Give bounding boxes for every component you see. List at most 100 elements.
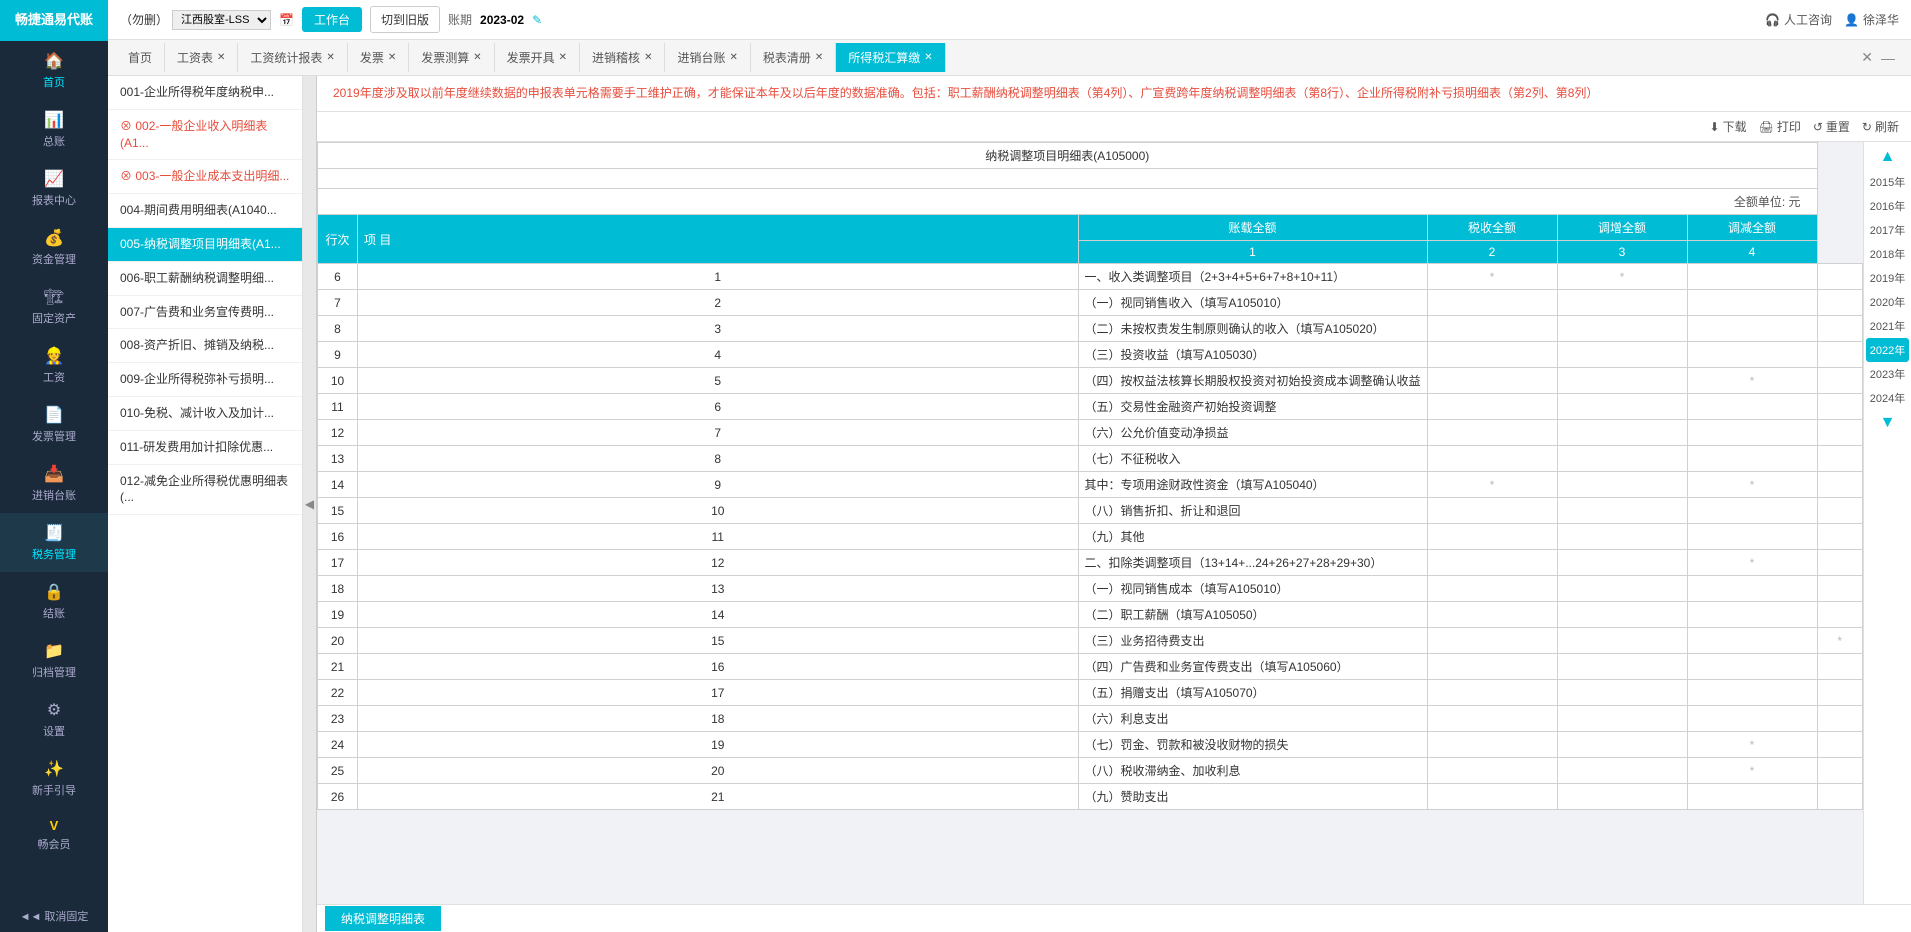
cell-f[interactable]	[1817, 420, 1862, 446]
cell-c[interactable]	[1427, 524, 1557, 550]
cell-e[interactable]	[1687, 602, 1817, 628]
cell-c[interactable]	[1427, 758, 1557, 784]
cell-d[interactable]	[1557, 498, 1687, 524]
year-btn-2024[interactable]: 2024年	[1868, 386, 1907, 410]
cell-c[interactable]	[1427, 420, 1557, 446]
left-panel-item-012[interactable]: 012-减免企业所得税优惠明细表(...	[108, 465, 302, 516]
cell-f[interactable]	[1817, 394, 1862, 420]
left-panel-item-001[interactable]: 001-企业所得税年度纳税申...	[108, 76, 302, 110]
year-btn-2021[interactable]: 2021年	[1868, 314, 1907, 338]
cell-d[interactable]: *	[1557, 264, 1687, 290]
cell-c[interactable]	[1427, 784, 1557, 810]
cell-d[interactable]	[1557, 732, 1687, 758]
cell-f[interactable]	[1817, 602, 1862, 628]
year-btn-2018[interactable]: 2018年	[1868, 242, 1907, 266]
tab-income-tax[interactable]: 所得税汇算缴 ✕	[836, 43, 945, 72]
cell-f[interactable]	[1817, 758, 1862, 784]
tab-payroll[interactable]: 工资表 ✕	[165, 43, 238, 72]
year-btn-2015[interactable]: 2015年	[1868, 170, 1907, 194]
sidebar-item-settings[interactable]: ⚙ 设置	[0, 690, 108, 749]
sidebar-item-fixed-assets[interactable]: 🏗 固定资产	[0, 277, 108, 336]
workbench-button[interactable]: 工作台	[302, 7, 362, 32]
cell-f[interactable]	[1817, 732, 1862, 758]
close-payroll-tab[interactable]: ✕	[217, 52, 225, 63]
cell-c[interactable]	[1427, 602, 1557, 628]
left-panel-item-007[interactable]: 007-广告费和业务宣传费明...	[108, 296, 302, 330]
cell-f[interactable]	[1817, 706, 1862, 732]
tab-home[interactable]: 首页	[116, 43, 165, 72]
cell-c[interactable]	[1427, 680, 1557, 706]
cell-c[interactable]: *	[1427, 264, 1557, 290]
cell-e[interactable]	[1687, 524, 1817, 550]
close-invoice-tab[interactable]: ✕	[388, 52, 396, 63]
support-btn[interactable]: 🎧 人工咨询	[1765, 11, 1832, 28]
close-invoice-open-tab[interactable]: ✕	[559, 52, 567, 63]
cell-d[interactable]	[1557, 654, 1687, 680]
cell-f[interactable]	[1817, 342, 1862, 368]
cell-e[interactable]	[1687, 446, 1817, 472]
cell-c[interactable]	[1427, 498, 1557, 524]
sidebar-item-payroll[interactable]: 👷 工资	[0, 336, 108, 395]
cell-f[interactable]	[1817, 368, 1862, 394]
cell-c[interactable]: *	[1427, 472, 1557, 498]
cell-e[interactable]	[1687, 290, 1817, 316]
cell-e[interactable]: *	[1687, 758, 1817, 784]
cell-f[interactable]	[1817, 550, 1862, 576]
sidebar-item-member[interactable]: V 畅会员	[0, 808, 108, 862]
tab-tax-clear[interactable]: 税表清册 ✕	[751, 43, 836, 72]
cell-f[interactable]	[1817, 264, 1862, 290]
sidebar-collapse-btn[interactable]: ◄◄ 取消固定	[0, 900, 108, 932]
cell-d[interactable]	[1557, 628, 1687, 654]
cell-d[interactable]	[1557, 550, 1687, 576]
cell-c[interactable]	[1427, 446, 1557, 472]
cell-f[interactable]	[1817, 524, 1862, 550]
tab-import-tax[interactable]: 进销稽核 ✕	[580, 43, 665, 72]
tab-payroll-stats[interactable]: 工资统计报表 ✕	[238, 43, 347, 72]
cell-d[interactable]	[1557, 316, 1687, 342]
close-import-ledger-tab[interactable]: ✕	[729, 52, 737, 63]
cell-c[interactable]	[1427, 628, 1557, 654]
cell-f[interactable]: *	[1817, 628, 1862, 654]
close-income-tax-tab[interactable]: ✕	[924, 52, 932, 63]
cell-c[interactable]	[1427, 290, 1557, 316]
cell-c[interactable]	[1427, 550, 1557, 576]
cell-d[interactable]	[1557, 420, 1687, 446]
left-panel-item-009[interactable]: 009-企业所得税弥补亏损明...	[108, 363, 302, 397]
cell-f[interactable]	[1817, 290, 1862, 316]
close-window-icon[interactable]: ✕	[1861, 49, 1873, 66]
cell-e[interactable]	[1687, 264, 1817, 290]
cell-c[interactable]	[1427, 576, 1557, 602]
cell-e[interactable]	[1687, 576, 1817, 602]
left-panel-item-004[interactable]: 004-期间费用明细表(A1040...	[108, 194, 302, 228]
left-panel-item-003[interactable]: 003-一般企业成本支出明细...	[108, 160, 302, 194]
cell-d[interactable]	[1557, 342, 1687, 368]
download-button[interactable]: ⬇ 下载	[1710, 118, 1747, 135]
cell-d[interactable]	[1557, 706, 1687, 732]
cell-d[interactable]	[1557, 602, 1687, 628]
tab-invoice[interactable]: 发票 ✕	[348, 43, 409, 72]
cell-d[interactable]	[1557, 758, 1687, 784]
cell-d[interactable]	[1557, 368, 1687, 394]
cell-e[interactable]: *	[1687, 472, 1817, 498]
cell-f[interactable]	[1817, 498, 1862, 524]
cell-c[interactable]	[1427, 316, 1557, 342]
cell-f[interactable]	[1817, 654, 1862, 680]
sidebar-item-import-ledger[interactable]: 📥 进销台账	[0, 454, 108, 513]
cell-e[interactable]	[1687, 654, 1817, 680]
tab-import-ledger[interactable]: 进销台账 ✕	[665, 43, 750, 72]
cell-e[interactable]	[1687, 680, 1817, 706]
cell-f[interactable]	[1817, 784, 1862, 810]
sidebar-item-assets[interactable]: 💰 资金管理	[0, 218, 108, 277]
year-btn-2023[interactable]: 2023年	[1868, 362, 1907, 386]
sheet-main[interactable]: 纳税调整项目明细表(A105000) 全额单位: 元	[317, 142, 1863, 904]
sidebar-item-ledger[interactable]: 📊 总账	[0, 100, 108, 159]
cell-f[interactable]	[1817, 680, 1862, 706]
period-edit-icon[interactable]: ✎	[532, 13, 542, 27]
cell-e[interactable]	[1687, 316, 1817, 342]
print-button[interactable]: 🖨 打印	[1759, 118, 1801, 135]
refresh-button[interactable]: ↻ 刷新	[1862, 118, 1899, 135]
cell-f[interactable]	[1817, 446, 1862, 472]
year-nav-down[interactable]: ▼	[1876, 410, 1900, 436]
sidebar-item-invoice[interactable]: 📄 发票管理	[0, 395, 108, 454]
sidebar-item-tax[interactable]: 🧾 税务管理	[0, 513, 108, 572]
